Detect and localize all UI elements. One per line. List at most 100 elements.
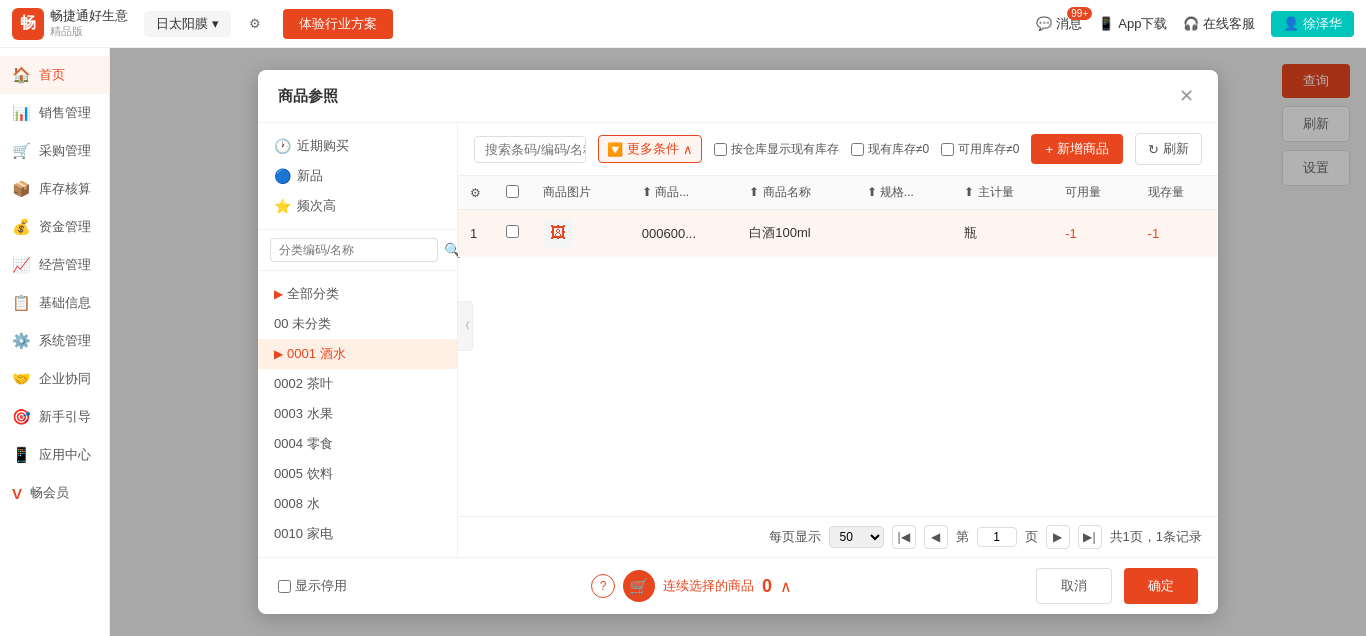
per-page-select[interactable]: 50 100 200 xyxy=(829,526,884,548)
app-center-icon: 📱 xyxy=(12,446,31,464)
clock-icon: 🕐 xyxy=(274,138,291,154)
available-stock-filter[interactable]: 可用库存≠0 xyxy=(941,141,1019,158)
prev-page-btn[interactable]: ◀ xyxy=(924,525,948,549)
enterprise-icon: 🤝 xyxy=(12,370,31,388)
tree-item-liquor[interactable]: ▶ 0001 酒水 xyxy=(258,339,457,369)
online-service-btn[interactable]: 🎧 在线客服 xyxy=(1183,15,1255,33)
col-name[interactable]: ⬆ 商品名称 xyxy=(737,176,854,210)
cell-name: 白酒100ml xyxy=(737,210,854,257)
footer-right: 取消 确定 xyxy=(1036,568,1198,604)
cart-area: ? 🛒 连续选择的商品 0 ∧ xyxy=(591,570,792,602)
col-image: 商品图片 xyxy=(531,176,630,210)
first-page-btn[interactable]: |◀ xyxy=(892,525,916,549)
vip-icon: V xyxy=(12,485,22,502)
toolbar: 🔍 🔽 更多条件 ∧ 按仓库显示现有库存 xyxy=(458,123,1218,176)
cell-image: 🖼 xyxy=(531,210,630,257)
main-search-box: 🔍 xyxy=(474,136,586,163)
message-badge: 99+ xyxy=(1067,7,1092,20)
headset-icon: 🎧 xyxy=(1183,16,1199,31)
tree-item-appliance[interactable]: 0010 家电 xyxy=(258,519,457,549)
help-icon[interactable]: ? xyxy=(591,574,615,598)
next-page-btn[interactable]: ▶ xyxy=(1046,525,1070,549)
add-product-btn[interactable]: + 新增商品 xyxy=(1031,134,1123,164)
sidebar-item-basic-info[interactable]: 📋 基础信息 xyxy=(0,284,109,322)
col-unit[interactable]: ⬆ 主计量 xyxy=(952,176,1053,210)
current-stock-filter[interactable]: 现有库存≠0 xyxy=(851,141,929,158)
star-icon: ⭐ xyxy=(274,198,291,214)
select-all-checkbox[interactable] xyxy=(506,185,519,198)
sidebar-item-system[interactable]: ⚙️ 系统管理 xyxy=(0,322,109,360)
sidebar-item-operations[interactable]: 📈 经营管理 xyxy=(0,246,109,284)
category-tree: ▶ 全部分类 00 未分类 ▶ 0001 酒水 0002 茶 xyxy=(258,271,457,557)
quick-link-frequent[interactable]: ⭐ 频次高 xyxy=(270,191,445,221)
show-disabled-checkbox[interactable]: 显示停用 xyxy=(278,577,347,595)
app-download-btn[interactable]: 📱 App下载 xyxy=(1098,15,1167,33)
tree-item-fruit[interactable]: 0003 水果 xyxy=(258,399,457,429)
last-page-btn[interactable]: ▶| xyxy=(1078,525,1102,549)
sidebar-item-vip[interactable]: V 畅会员 xyxy=(0,474,109,512)
messages-btn[interactable]: 💬 消息 99+ xyxy=(1036,15,1082,33)
col-spec[interactable]: ⬆ 规格... xyxy=(855,176,953,210)
sidebar-item-app-center[interactable]: 📱 应用中心 xyxy=(0,436,109,474)
collapse-panel-btn[interactable]: 《 xyxy=(457,301,473,351)
purchase-icon: 🛒 xyxy=(12,142,31,160)
system-icon: ⚙️ xyxy=(12,332,31,350)
phone-icon: 📱 xyxy=(1098,16,1114,31)
tree-item-all[interactable]: ▶ 全部分类 xyxy=(258,279,457,309)
quick-links: 🕐 近期购买 🔵 新品 ⭐ 频次高 xyxy=(258,123,457,230)
sidebar-item-enterprise[interactable]: 🤝 企业协同 xyxy=(0,360,109,398)
nav-dropdown[interactable]: 日太阳膜 ▾ xyxy=(144,11,231,37)
table-settings-icon[interactable]: ⚙ xyxy=(470,186,481,200)
tree-item-snack[interactable]: 0004 零食 xyxy=(258,429,457,459)
tree-item-water[interactable]: 0008 水 xyxy=(258,489,457,519)
total-info: 共1页，1条记录 xyxy=(1110,528,1202,546)
left-panel: 🕐 近期购买 🔵 新品 ⭐ 频次高 xyxy=(258,123,458,557)
sidebar-item-inventory[interactable]: 📦 库存核算 xyxy=(0,170,109,208)
row-checkbox[interactable] xyxy=(506,225,519,238)
modal-header: 商品参照 ✕ xyxy=(258,70,1218,123)
modal-close-btn[interactable]: ✕ xyxy=(1174,84,1198,108)
gear-icon[interactable]: ⚙ xyxy=(239,8,271,40)
product-table-container: ⚙ 商品图片 ⬆ 商品... xyxy=(458,176,1218,516)
refresh-btn[interactable]: ↻ 刷新 xyxy=(1135,133,1202,165)
sidebar-item-guide[interactable]: 🎯 新手引导 xyxy=(0,398,109,436)
cell-stock: -1 xyxy=(1136,210,1218,257)
product-table: ⚙ 商品图片 ⬆ 商品... xyxy=(458,176,1218,257)
table-row[interactable]: 1 🖼 xyxy=(458,210,1218,257)
sidebar: 🏠 首页 📊 销售管理 🛒 采购管理 📦 库存核算 💰 资金管理 📈 经营管理 … xyxy=(0,48,110,636)
confirm-btn[interactable]: 确定 xyxy=(1124,568,1198,604)
main-search-input[interactable] xyxy=(475,137,586,162)
col-code[interactable]: ⬆ 商品... xyxy=(630,176,737,210)
trial-btn[interactable]: 体验行业方案 xyxy=(283,9,393,39)
cancel-btn[interactable]: 取消 xyxy=(1036,568,1112,604)
sidebar-item-home[interactable]: 🏠 首页 xyxy=(0,56,109,94)
guide-icon: 🎯 xyxy=(12,408,31,426)
sidebar-item-finance[interactable]: 💰 资金管理 xyxy=(0,208,109,246)
page-label: 第 xyxy=(956,528,969,546)
modal-body: 🕐 近期购买 🔵 新品 ⭐ 频次高 xyxy=(258,123,1218,557)
modal-title: 商品参照 xyxy=(278,87,338,106)
sidebar-item-purchase[interactable]: 🛒 采购管理 xyxy=(0,132,109,170)
sidebar-item-sales[interactable]: 📊 销售管理 xyxy=(0,94,109,132)
page-number-input[interactable] xyxy=(977,527,1017,547)
tree-item-tea[interactable]: 0002 茶叶 xyxy=(258,369,457,399)
nav-right: 💬 消息 99+ 📱 App下载 🎧 在线客服 👤 徐泽华 xyxy=(1036,11,1354,37)
cell-unit: 瓶 xyxy=(952,210,1053,257)
quick-link-new[interactable]: 🔵 新品 xyxy=(270,161,445,191)
category-search-input[interactable] xyxy=(270,238,438,262)
more-filter-btn[interactable]: 🔽 更多条件 ∧ xyxy=(598,135,702,163)
refresh-icon: ↻ xyxy=(1148,142,1159,157)
pagination: 每页显示 50 100 200 |◀ ◀ 第 页 ▶ xyxy=(458,516,1218,557)
warehouse-filter[interactable]: 按仓库显示现有库存 xyxy=(714,141,839,158)
tree-item-uncategorized[interactable]: 00 未分类 xyxy=(258,309,457,339)
tree-item-beverage[interactable]: 0005 饮料 xyxy=(258,459,457,489)
cell-checkbox xyxy=(494,210,531,257)
avatar: 👤 xyxy=(1283,16,1299,31)
cart-btn[interactable]: 🛒 xyxy=(623,570,655,602)
chevron-up-icon[interactable]: ∧ xyxy=(780,577,792,596)
modal-overlay: 商品参照 ✕ 🕐 近期购买 🔵 xyxy=(110,48,1366,636)
username-area[interactable]: 👤 徐泽华 xyxy=(1271,11,1354,37)
quick-link-recent[interactable]: 🕐 近期购买 xyxy=(270,131,445,161)
cell-seq: 1 xyxy=(458,210,494,257)
sales-icon: 📊 xyxy=(12,104,31,122)
